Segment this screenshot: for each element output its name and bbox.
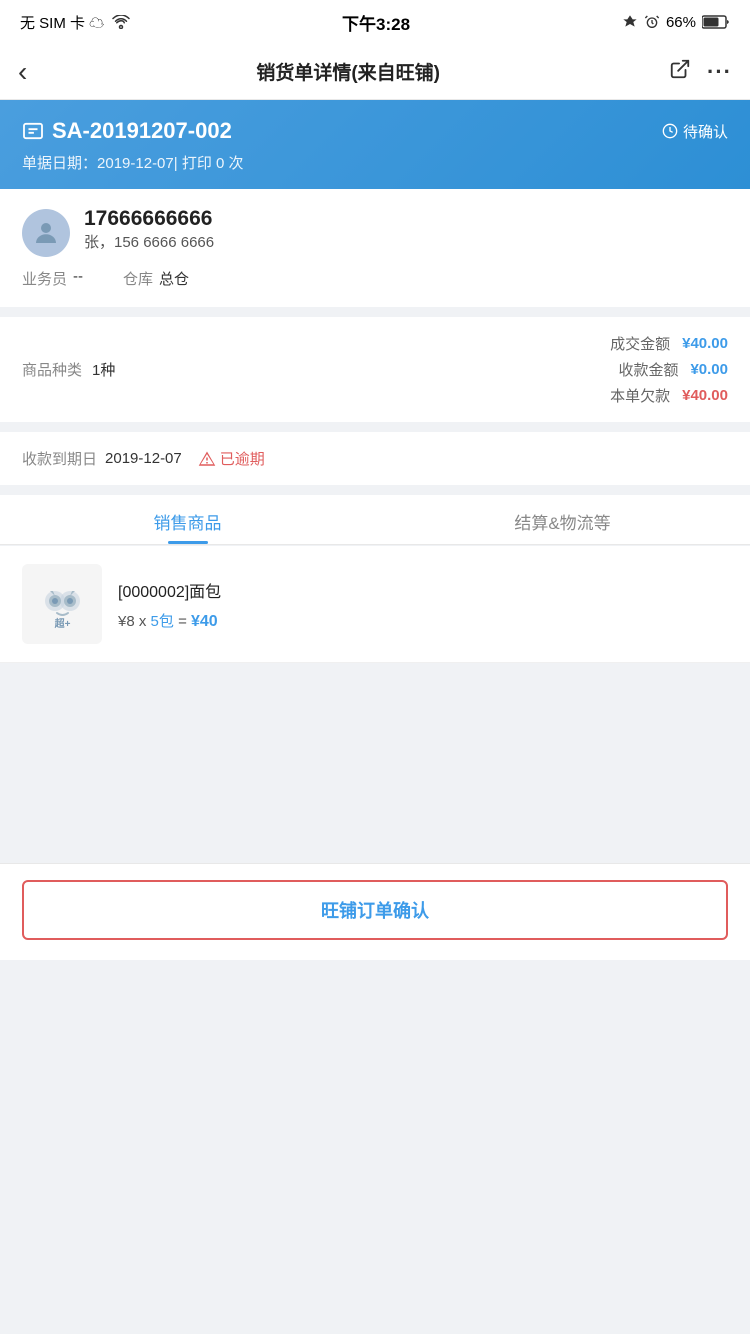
product-list: 超+ [0000002]面包 ¥8 x 5包 = ¥40 bbox=[0, 546, 750, 663]
status-bar: 无 SIM 卡 ☁ 下午3:28 66% bbox=[0, 0, 750, 44]
status-right: 66% bbox=[622, 14, 730, 31]
salesperson-label: 业务员 bbox=[22, 268, 67, 289]
nav-bar: ‹ 销货单详情(来自旺铺) ··· bbox=[0, 44, 750, 100]
order-status: 待确认 bbox=[662, 121, 728, 142]
back-button[interactable]: ‹ bbox=[18, 56, 27, 88]
received-row: 收款金额 ¥0.00 bbox=[618, 359, 728, 380]
salesperson-item: 业务员 -- bbox=[22, 268, 83, 289]
duedate-value: 2019-12-07 bbox=[105, 450, 182, 467]
overdue-badge: 已逾期 bbox=[198, 448, 265, 469]
stats-card: 商品种类 1种 成交金额 ¥40.00 收款金额 ¥0.00 本单欠款 ¥40.… bbox=[0, 317, 750, 422]
duedate-card: 收款到期日 2019-12-07 已逾期 bbox=[0, 432, 750, 485]
product-thumbnail: 超+ bbox=[22, 564, 102, 644]
product-type-label: 商品种类 bbox=[22, 359, 82, 380]
tab-products[interactable]: 销售商品 bbox=[0, 495, 375, 544]
customer-card: 17666666666 张，156 6666 6666 业务员 -- 仓库 总仓 bbox=[0, 189, 750, 307]
warning-icon bbox=[198, 450, 216, 468]
overdue-text: 已逾期 bbox=[220, 448, 265, 469]
owed-row: 本单欠款 ¥40.00 bbox=[610, 385, 728, 406]
order-icon bbox=[22, 122, 44, 140]
sim-status: 无 SIM 卡 ☁ bbox=[20, 12, 104, 33]
spacer bbox=[0, 663, 750, 863]
product-logo: 超+ bbox=[35, 579, 90, 629]
alarm-icon bbox=[644, 14, 660, 30]
owed-value: ¥40.00 bbox=[682, 387, 728, 404]
tab-settlement[interactable]: 结算&物流等 bbox=[375, 495, 750, 544]
customer-phone: 17666666666 bbox=[84, 207, 214, 231]
avatar bbox=[22, 209, 70, 257]
duedate-label: 收款到期日 bbox=[22, 448, 97, 469]
tabs-container: 销售商品 结算&物流等 bbox=[0, 495, 750, 545]
salesperson-value: -- bbox=[73, 268, 83, 289]
order-id: SA-20191207-002 bbox=[22, 118, 232, 144]
bottom-action: 旺铺订单确认 bbox=[0, 863, 750, 960]
product-info: [0000002]面包 ¥8 x 5包 = ¥40 bbox=[118, 564, 728, 644]
amount-row: 成交金额 ¥40.00 bbox=[610, 333, 728, 354]
person-icon bbox=[31, 218, 61, 248]
amount-label: 成交金额 bbox=[610, 333, 670, 354]
warehouse-value: 总仓 bbox=[159, 268, 189, 289]
customer-details: 17666666666 张，156 6666 6666 bbox=[84, 207, 214, 258]
product-price: ¥8 x 5包 = ¥40 bbox=[118, 610, 728, 631]
warehouse-item: 仓库 总仓 bbox=[123, 268, 189, 289]
confirm-button[interactable]: 旺铺订单确认 bbox=[22, 880, 728, 940]
amount-value: ¥40.00 bbox=[682, 335, 728, 352]
table-row: 超+ [0000002]面包 ¥8 x 5包 = ¥40 bbox=[0, 546, 750, 663]
stats-right: 成交金额 ¥40.00 收款金额 ¥0.00 本单欠款 ¥40.00 bbox=[610, 333, 728, 406]
customer-name: 张，156 6666 6666 bbox=[84, 231, 214, 252]
stats-left: 商品种类 1种 bbox=[22, 333, 610, 406]
product-qty: 5包 bbox=[151, 613, 174, 630]
more-button[interactable]: ··· bbox=[707, 59, 732, 85]
received-value: ¥0.00 bbox=[690, 361, 728, 378]
order-header-top: SA-20191207-002 待确认 bbox=[22, 118, 728, 144]
page-title: 销货单详情(来自旺铺) bbox=[256, 58, 440, 85]
svg-text:超+: 超+ bbox=[53, 617, 70, 629]
warehouse-label: 仓库 bbox=[123, 268, 153, 289]
customer-meta: 业务员 -- 仓库 总仓 bbox=[22, 268, 728, 289]
status-left: 无 SIM 卡 ☁ bbox=[20, 12, 130, 33]
product-name: [0000002]面包 bbox=[118, 578, 728, 602]
clock-icon bbox=[662, 123, 678, 139]
product-total: ¥40 bbox=[191, 613, 218, 630]
order-date: 单据日期：2019-12-07| 打印 0 次 bbox=[22, 152, 728, 173]
product-type-value: 1种 bbox=[92, 359, 115, 380]
location-icon bbox=[622, 14, 638, 30]
battery-icon bbox=[702, 15, 730, 29]
received-label: 收款金额 bbox=[618, 359, 678, 380]
battery-level: 66% bbox=[666, 14, 696, 31]
status-time: 下午3:28 bbox=[342, 10, 410, 35]
wifi-icon bbox=[112, 15, 130, 29]
customer-row: 17666666666 张，156 6666 6666 bbox=[22, 207, 728, 258]
owed-label: 本单欠款 bbox=[610, 385, 670, 406]
share-button[interactable] bbox=[669, 58, 691, 86]
nav-actions: ··· bbox=[669, 58, 732, 86]
order-header: SA-20191207-002 待确认 单据日期：2019-12-07| 打印 … bbox=[0, 100, 750, 189]
